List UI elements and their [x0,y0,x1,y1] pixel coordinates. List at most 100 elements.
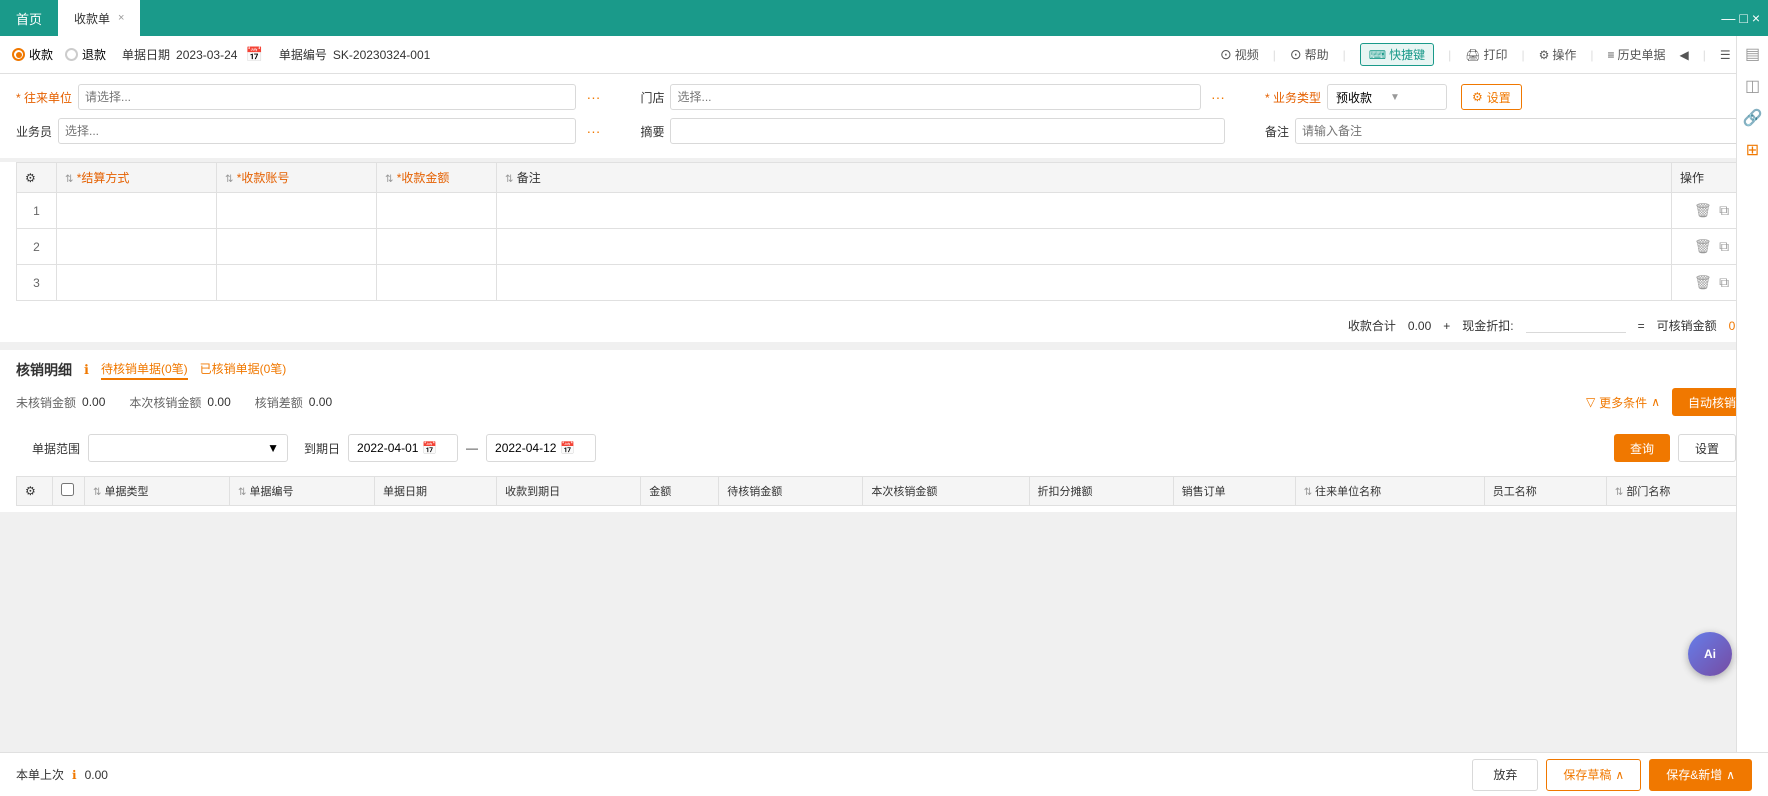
save-draft-button[interactable]: 保存草稿 ∧ [1546,759,1641,791]
date-to-input[interactable]: 2022-04-12 📅 [486,434,596,462]
select-all-checkbox[interactable] [61,483,74,496]
th-checkbox-col [53,477,85,506]
abstract-input[interactable] [670,118,1224,144]
note-cell-2[interactable] [497,229,1672,265]
gear-icon-bottom[interactable]: ⚙ [25,484,36,498]
amount-cell-3[interactable] [377,265,497,301]
calendar-to-icon: 📅 [560,441,575,455]
toolbar-actions: ⊙ 视频 | ⊙ 帮助 | ⌨ 快捷键 | 🖨 打印 | ⚙ 操作 | ≡ 历史… [1220,43,1756,66]
th-amount-bt: 金额 [641,477,719,506]
toolbar: 收款 退款 单据日期 2023-03-24 📅 单据编号 SK-20230324… [0,36,1768,74]
sep6: | [1703,48,1706,62]
print-btn[interactable]: 🖨 打印 [1465,46,1507,63]
summary-row: 收款合计 0.00 + 现金折扣: = 可核销金额 0.00 [0,309,1768,342]
settle-cell-3[interactable] [57,265,217,301]
from-unit-label: * 往来单位 [16,89,72,106]
maximize-btn[interactable]: □ [1739,10,1747,26]
copy-icon-1[interactable]: ⧉ [1719,202,1729,218]
staff-more-btn[interactable]: ··· [586,123,600,139]
delete-icon-3[interactable]: 🗑 [1694,274,1712,290]
abandon-button[interactable]: 放弃 [1472,759,1538,791]
delete-icon-2[interactable]: 🗑 [1694,238,1712,254]
print-label: 打印 [1483,46,1507,63]
th-staff-name: 员工名称 [1484,477,1606,506]
right-sidebar: ▤ ◫ 🔗 ⊞ [1736,36,1768,752]
note-label: 备注 [1265,123,1289,140]
due-date-field: 到期日 2022-04-01 📅 — 2022-04-12 📅 [304,434,596,462]
copy-icon-3[interactable]: ⧉ [1719,274,1729,290]
window-close-btn[interactable]: × [1752,10,1760,26]
sidebar-icon-2[interactable]: ◫ [1745,76,1760,96]
staff-input[interactable] [58,118,576,144]
account-cell-1[interactable] [217,193,377,229]
save-arrow-icon: ∧ [1726,768,1735,782]
calendar-icon[interactable]: 📅 [245,46,262,63]
date-from-input[interactable]: 2022-04-01 📅 [348,434,458,462]
info-icon[interactable]: ℹ [84,362,89,378]
range-select[interactable]: ▼ [88,434,288,462]
video-btn[interactable]: ⊙ 视频 [1220,46,1259,63]
copy-icon-2[interactable]: ⧉ [1719,238,1729,254]
query-button[interactable]: 查询 [1614,434,1670,462]
shortcut-btn[interactable]: ⌨ 快捷键 [1360,43,1434,66]
help-btn[interactable]: ⊙ 帮助 [1290,46,1329,63]
tab-close-btn[interactable]: × [118,12,124,24]
th-settle: ⇅ *结算方式 [57,163,217,193]
delete-icon-1[interactable]: 🗑 [1694,202,1712,218]
sort-icon-bt2: ⇅ [238,487,246,498]
discount-input[interactable] [1526,318,1626,333]
sidebar-icon-3[interactable]: 🔗 [1743,108,1763,128]
sort-icon: ⇅ [65,174,73,185]
more-conditions-btn[interactable]: ▽ 更多条件 ∧ [1586,394,1660,411]
calendar-from-icon: 📅 [422,441,437,455]
th-gear[interactable]: ⚙ [17,163,57,193]
ai-button[interactable]: Ai [1688,632,1732,676]
filter-settings-button[interactable]: 设置 [1678,434,1736,462]
settings-button[interactable]: ⚙ 设置 [1461,84,1522,110]
from-unit-input[interactable] [78,84,576,110]
note-field: 备注 [1265,118,1752,144]
form-row-1: * 往来单位 ··· 门店 ··· * 业务类型 预收款 ▼ ⚙ 设置 [16,84,1752,110]
store-more-btn[interactable]: ··· [1211,89,1225,105]
verify-title-text: 核销明细 [16,360,72,380]
sort-icon-bt4: ⇅ [1615,487,1623,498]
radio-shoukuan[interactable]: 收款 [12,46,53,63]
save-new-button[interactable]: 保存&新增 ∧ [1649,759,1752,791]
table-header-row: ⚙ ⇅ *结算方式 ⇅ *收款账号 ⇅ *收款金额 ⇅ 备注 操作 [17,163,1752,193]
account-cell-3[interactable] [217,265,377,301]
action-btn[interactable]: ⚙ 操作 [1539,46,1577,63]
history-btn[interactable]: ≡ 历史单据 [1608,46,1666,63]
sidebar-icon-4[interactable]: ⊞ [1746,140,1759,160]
business-type-select[interactable]: 预收款 ▼ [1327,84,1447,110]
radio-tuikuan[interactable]: 退款 [65,46,106,63]
note-cell-3[interactable] [497,265,1672,301]
date-field: 单据日期 2023-03-24 📅 [122,46,263,63]
minimize-btn[interactable]: — [1721,10,1735,26]
footer: 本单上次 ℹ 0.00 放弃 保存草稿 ∧ 保存&新增 ∧ [0,752,1768,796]
nav-left-btn[interactable]: ◀ [1680,48,1689,62]
settle-cell-2[interactable] [57,229,217,265]
business-type-label: * 业务类型 [1265,89,1321,106]
equals-sign: = [1638,319,1645,333]
list-view-btn[interactable]: ☰ [1720,48,1731,62]
date-separator: — [466,441,478,455]
amount-cell-1[interactable] [377,193,497,229]
footer-info-icon[interactable]: ℹ [72,768,77,782]
shortcut-label: 快捷键 [1389,46,1425,63]
note-input[interactable] [1295,118,1752,144]
settle-cell-1[interactable] [57,193,217,229]
amount-cell-2[interactable] [377,229,497,265]
unverified-stat: 未核销金额 0.00 [16,394,105,411]
store-input[interactable] [670,84,1200,110]
tab-home[interactable]: 首页 [0,0,58,36]
current-stat: 本次核销金额 0.00 [129,394,230,411]
footer-buttons: 放弃 保存草稿 ∧ 保存&新增 ∧ [1472,759,1752,791]
sidebar-icon-1[interactable]: ▤ [1745,44,1760,64]
tab-verified[interactable]: 已核销单据(0笔) [200,360,287,380]
tab-receipt[interactable]: 收款单 × [58,0,140,36]
account-cell-2[interactable] [217,229,377,265]
th-sales-order: 销售订单 [1173,477,1295,506]
tab-pending[interactable]: 待核销单据(0笔) [101,360,188,380]
note-cell-1[interactable] [497,193,1672,229]
from-unit-more-btn[interactable]: ··· [586,89,600,105]
